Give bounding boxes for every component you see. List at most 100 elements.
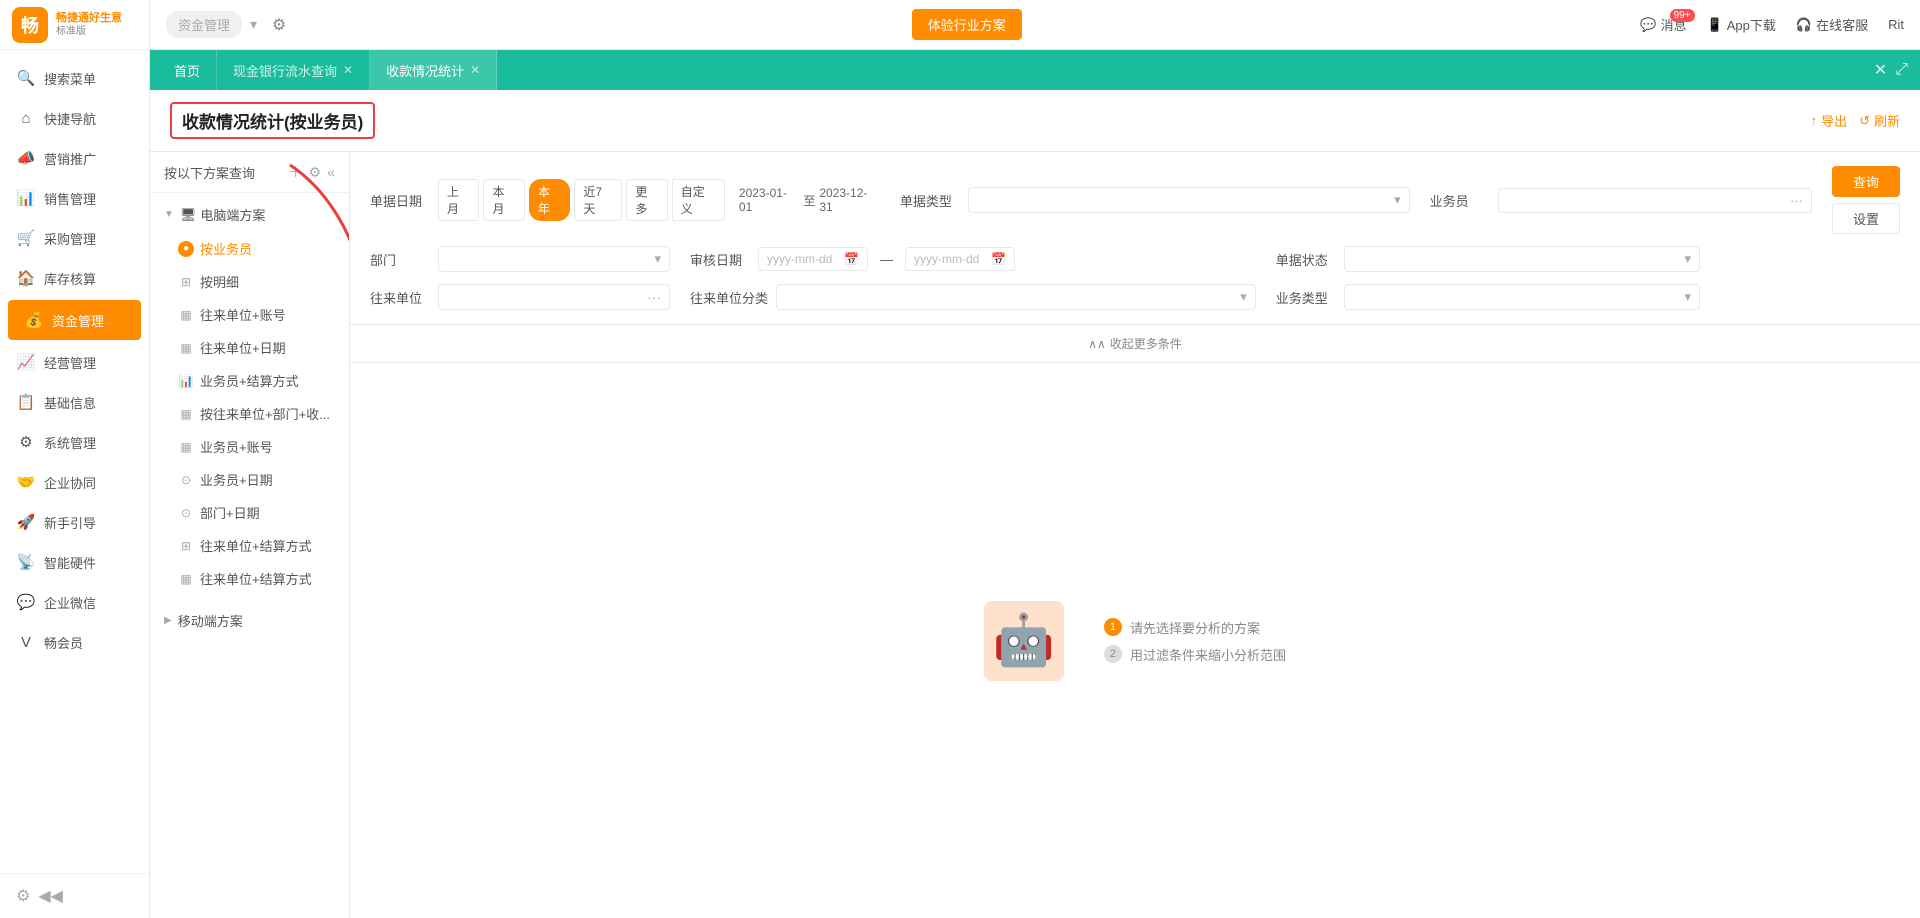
scheme-settings-icon[interactable]: ⚙ — [309, 164, 322, 181]
sidebar-item-search[interactable]: 🔍 搜索菜单 — [0, 58, 149, 98]
tab-bank-flow[interactable]: 现金银行流水查询 ✕ — [217, 50, 370, 90]
date-to: 2023-12-31 — [819, 186, 879, 214]
scheme-item-by-detail[interactable]: ⊞ 按明细 — [150, 265, 349, 298]
app-download-button[interactable]: 📱 App下载 — [1707, 15, 1776, 34]
staff-select[interactable]: ··· — [1498, 188, 1812, 213]
tab-maximize-button[interactable]: ⤢ — [1895, 61, 1908, 79]
counterpart-cat-chevron: ▾ — [1240, 289, 1247, 305]
audit-date-to-placeholder: yyyy-mm-dd — [914, 252, 979, 266]
date-tab-last-month[interactable]: 上月 — [438, 179, 479, 221]
hardware-icon: 📡 — [16, 552, 36, 572]
counterpart-more-icon[interactable]: ··· — [647, 289, 661, 305]
date-tab-this-month[interactable]: 本月 — [483, 179, 524, 221]
sidebar-item-inventory-label: 库存核算 — [44, 269, 96, 288]
sidebar-item-member[interactable]: V 畅会员 — [0, 622, 149, 662]
scheme-item-staff-date[interactable]: ⊙ 业务员+日期 — [150, 463, 349, 496]
service-label: 在线客服 — [1816, 15, 1868, 34]
sidebar-item-finance-label: 资金管理 — [52, 311, 104, 330]
tab-bank-flow-close[interactable]: ✕ — [343, 63, 353, 77]
sidebar-item-purchase-label: 采购管理 — [44, 229, 96, 248]
scheme-item-staff-settlement[interactable]: 📊 业务员+结算方式 — [150, 364, 349, 397]
date-range-display: 2023-01-01 至 2023-12-31 — [739, 186, 880, 214]
date-tab-7days[interactable]: 近7天 — [574, 179, 622, 221]
sales-icon: 📊 — [16, 188, 36, 208]
voucher-type-select[interactable]: ▾ — [968, 187, 1410, 213]
sidebar-item-guide[interactable]: 🚀 新手引导 — [0, 502, 149, 542]
user-button[interactable]: Rit — [1888, 17, 1904, 32]
tab-close-all-button[interactable]: ✕ — [1874, 60, 1887, 80]
member-icon: V — [16, 632, 36, 652]
logo-name: 畅捷通好生意 — [56, 11, 122, 25]
collapse-panel-icon[interactable]: « — [327, 164, 335, 180]
sidebar-item-wechat[interactable]: 💬 企业微信 — [0, 582, 149, 622]
sidebar-item-marketing[interactable]: 📣 营销推广 — [0, 138, 149, 178]
tab-receipt-stats[interactable]: 收款情况统计 ✕ — [370, 50, 497, 90]
left-panel-header: 按以下方案查询 ＋ ⚙ « — [150, 152, 349, 193]
add-scheme-icon[interactable]: ＋ — [289, 162, 303, 182]
scheme-item-counterpart-account[interactable]: ▦ 往来单位+账号 — [150, 298, 349, 331]
sidebar-item-sales-label: 销售管理 — [44, 189, 96, 208]
mobile-group-header[interactable]: ▶ 移动端方案 — [150, 603, 349, 638]
sidebar-item-system[interactable]: ⚙ 系统管理 — [0, 422, 149, 462]
message-button[interactable]: 💬 消息 99+ — [1640, 15, 1686, 34]
app-icon: 📱 — [1707, 17, 1723, 33]
desktop-icon: 🖥 — [180, 207, 197, 223]
scheme-item-label-2: 往来单位+账号 — [200, 305, 286, 324]
date-tab-more[interactable]: 更多 — [626, 179, 667, 221]
sidebar-item-inventory[interactable]: 🏠 库存核算 — [0, 258, 149, 298]
wechat-icon: 💬 — [16, 592, 36, 612]
mobile-group-arrow: ▶ — [164, 615, 172, 626]
home-icon: ⌂ — [16, 108, 36, 128]
sidebar-nav: 🔍 搜索菜单 ⌂ 快捷导航 📣 营销推广 📊 销售管理 🛒 采购管理 🏠 库存核… — [0, 50, 149, 873]
collapse-sidebar-icon[interactable]: ◀◀ — [38, 886, 63, 906]
sidebar-item-operations[interactable]: 📈 经营管理 — [0, 342, 149, 382]
collapse-filter-bar[interactable]: ∧∧ 收起更多条件 — [350, 325, 1920, 363]
filter-counterpart-item: 往来单位 ··· — [370, 284, 670, 310]
date-tab-custom[interactable]: 自定义 — [672, 179, 725, 221]
main-area: 资金管理 ▾ ⚙ 体验行业方案 💬 消息 99+ 📱 App下载 🎧 在线客服 … — [150, 0, 1920, 918]
topbar-arrow-icon[interactable]: ▾ — [250, 16, 257, 33]
scheme-item-dept-date[interactable]: ⊙ 部门+日期 — [150, 496, 349, 529]
scheme-item-label-0: 按业务员 — [200, 239, 252, 258]
scheme-item-counterpart-settlement2[interactable]: ▦ 往来单位+结算方式 — [150, 562, 349, 595]
counterpart-select[interactable]: ··· — [438, 284, 670, 310]
export-button[interactable]: ↑ 导出 — [1811, 111, 1848, 130]
refresh-button[interactable]: ↺ 刷新 — [1859, 111, 1900, 130]
audit-date-from[interactable]: yyyy-mm-dd 📅 — [758, 247, 868, 271]
settings-button[interactable]: 设置 — [1832, 203, 1900, 234]
voucher-status-select[interactable]: ▾ — [1344, 246, 1700, 272]
trial-button[interactable]: 体验行业方案 — [912, 9, 1022, 40]
sidebar-item-corp[interactable]: 🤝 企业协同 — [0, 462, 149, 502]
audit-date-to[interactable]: yyyy-mm-dd 📅 — [905, 247, 1015, 271]
sidebar-item-purchase[interactable]: 🛒 采购管理 — [0, 218, 149, 258]
date-tab-this-year[interactable]: 本年 — [529, 179, 570, 221]
page-title: 收款情况统计(按业务员) — [182, 113, 363, 132]
biz-type-select[interactable]: ▾ — [1344, 284, 1700, 310]
desktop-group-header[interactable]: ▼ 🖥 电脑端方案 — [150, 197, 349, 232]
sidebar-item-hardware[interactable]: 📡 智能硬件 — [0, 542, 149, 582]
sidebar-item-corp-label: 企业协同 — [44, 473, 96, 492]
scheme-item-by-dept[interactable]: ▦ 按往来单位+部门+收... — [150, 397, 349, 430]
counterpart-cat-select[interactable]: ▾ — [776, 284, 1256, 310]
query-button[interactable]: 查询 — [1832, 166, 1900, 197]
sidebar-item-sales[interactable]: 📊 销售管理 — [0, 178, 149, 218]
sidebar-item-basic[interactable]: 📋 基础信息 — [0, 382, 149, 422]
sidebar-item-quicknav-label: 快捷导航 — [44, 109, 96, 128]
desktop-group-arrow: ▼ — [164, 209, 174, 220]
sidebar-item-finance[interactable]: 💰 资金管理 — [8, 300, 141, 340]
scheme-item-by-staff[interactable]: ● 按业务员 — [150, 232, 349, 265]
sidebar-item-wechat-label: 企业微信 — [44, 593, 96, 612]
scheme-item-counterpart-settlement1[interactable]: ⊞ 往来单位+结算方式 — [150, 529, 349, 562]
sidebar-item-quicknav[interactable]: ⌂ 快捷导航 — [0, 98, 149, 138]
scheme-item-counterpart-date[interactable]: ▦ 往来单位+日期 — [150, 331, 349, 364]
scheme-item-label-1: 按明细 — [200, 272, 239, 291]
dept-select[interactable]: ▾ — [438, 246, 670, 272]
tab-receipt-stats-close[interactable]: ✕ — [470, 63, 480, 77]
left-panel: 按以下方案查询 ＋ ⚙ « — [150, 152, 350, 918]
topbar-gear-icon[interactable]: ⚙ — [265, 11, 293, 39]
tab-home[interactable]: 首页 — [158, 50, 217, 90]
settings-bottom-icon[interactable]: ⚙ — [16, 886, 30, 906]
online-service-button[interactable]: 🎧 在线客服 — [1796, 15, 1868, 34]
search-icon: 🔍 — [16, 68, 36, 88]
scheme-item-staff-account[interactable]: ▦ 业务员+账号 — [150, 430, 349, 463]
